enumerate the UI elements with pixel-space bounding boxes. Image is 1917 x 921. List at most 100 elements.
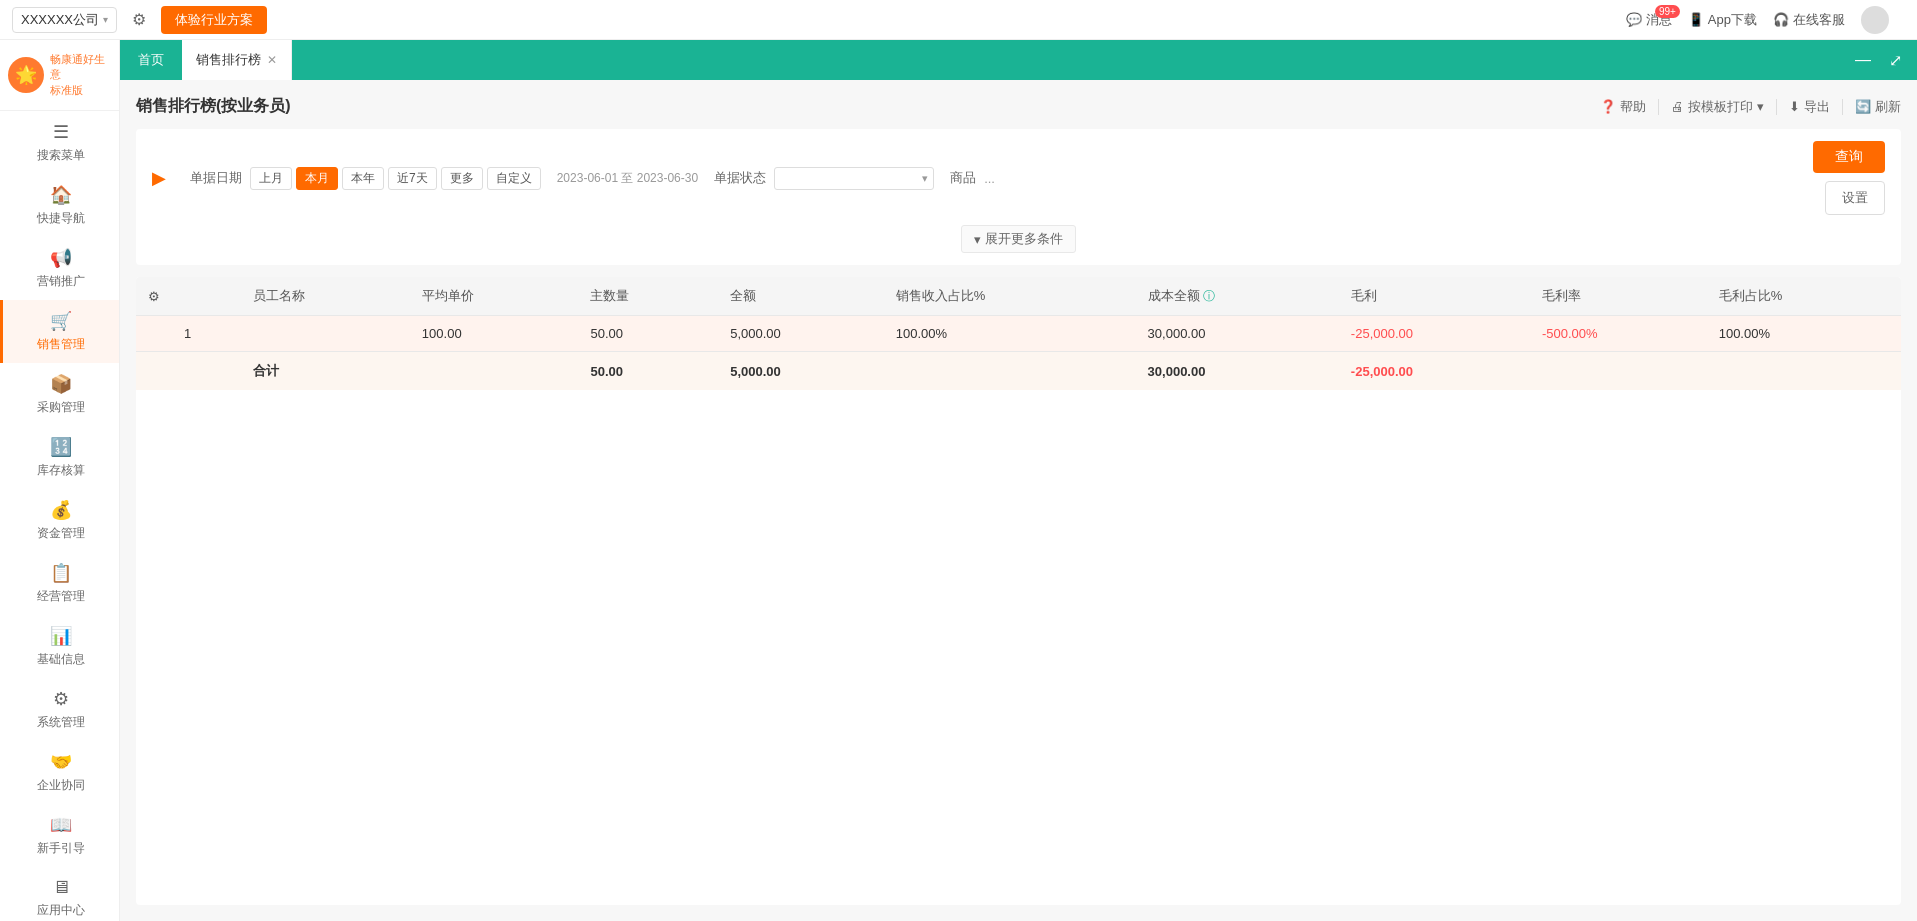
sidebar-item-finance[interactable]: 💰 资金管理 [0,489,119,552]
sidebar-item-purchase[interactable]: 📦 采购管理 [0,363,119,426]
company-name: XXXXXX公司 [21,11,99,29]
col-gross-pct: 毛利占比% [1707,277,1901,316]
topbar-settings-icon[interactable]: ⚙ [125,6,153,34]
setting-button[interactable]: 设置 [1825,181,1885,215]
print-button[interactable]: 🖨 按模板打印 ▾ [1671,98,1764,116]
app-center-icon: 🖥 [52,877,70,898]
trial-button[interactable]: 体验行业方案 [161,6,267,34]
top-right-actions: 💬 消息 99+ 📱 App下载 🎧 在线客服 [1626,6,1905,34]
print-chevron-icon: ▾ [1757,99,1764,114]
sidebar-item-operations[interactable]: 📋 经营管理 [0,552,119,615]
message-btn[interactable]: 💬 消息 99+ [1626,11,1672,29]
foot-amount: 5,000.00 [718,352,884,391]
tab-minimize-icon[interactable]: — [1849,46,1877,74]
query-button[interactable]: 查询 [1813,141,1885,173]
tab-close-icon[interactable]: ✕ [267,53,277,67]
cell-gross: -25,000.00 [1339,316,1530,352]
refresh-button[interactable]: 🔄 刷新 [1855,98,1901,116]
sales-icon: 🛒 [50,310,72,332]
col-cost: 成本全额 ⓘ [1136,277,1339,316]
header-actions: ❓ 帮助 🖨 按模板打印 ▾ ⬇ 导出 [1600,98,1901,116]
main-layout: 🌟 畅康通好生意 标准版 ☰ 搜索菜单 🏠 快捷导航 📢 营销推广 🛒 销售管理… [0,40,1917,921]
quick-nav-icon: 🏠 [50,184,72,206]
date-btn-custom[interactable]: 自定义 [487,167,541,190]
foot-settings [136,352,172,391]
sidebar-item-enterprise[interactable]: 🤝 企业协同 [0,741,119,804]
sidebar-item-beginner[interactable]: 📖 新手引导 [0,804,119,867]
date-btn-current-month[interactable]: 本月 [296,167,338,190]
foot-gross-pct [1707,352,1901,391]
cell-rank: 1 [172,316,241,352]
print-icon: 🖨 [1671,99,1684,114]
company-selector[interactable]: XXXXXX公司 ▾ [12,7,117,33]
divider [1658,99,1659,115]
operations-icon: 📋 [50,562,72,584]
cell-cost: 30,000.00 [1136,316,1339,352]
date-buttons: 上月 本月 本年 近7天 更多 自定义 [250,167,541,190]
purchase-icon: 📦 [50,373,72,395]
date-btn-more[interactable]: 更多 [441,167,483,190]
avatar[interactable] [1861,6,1889,34]
help-button[interactable]: ❓ 帮助 [1600,98,1646,116]
expand-more-button[interactable]: ▾ 展开更多条件 [961,225,1076,253]
sidebar-item-sales[interactable]: 🛒 销售管理 [0,300,119,363]
divider2 [1776,99,1777,115]
date-btn-current-year[interactable]: 本年 [342,167,384,190]
page-header: 销售排行榜(按业务员) ❓ 帮助 🖨 按模板打印 ▾ ⬇ [136,96,1901,117]
help-icon: ❓ [1600,99,1616,114]
tab-home[interactable]: 首页 [120,40,182,80]
col-sales-pct: 销售收入占比% [884,277,1136,316]
sales-ranking-table: ⚙ 员工名称 平均单价 主数量 全额 销售收入占比% 成本全额 ⓘ 毛利 毛利率… [136,277,1901,390]
date-btn-7days[interactable]: 近7天 [388,167,437,190]
export-button[interactable]: ⬇ 导出 [1789,98,1830,116]
sidebar-item-app-center[interactable]: 🖥 应用中心 [0,867,119,921]
cell-employee [241,316,410,352]
sidebar-item-search[interactable]: ☰ 搜索菜单 [0,111,119,174]
sidebar: 🌟 畅康通好生意 标准版 ☰ 搜索菜单 🏠 快捷导航 📢 营销推广 🛒 销售管理… [0,40,120,921]
table-area: ⚙ 员工名称 平均单价 主数量 全额 销售收入占比% 成本全额 ⓘ 毛利 毛利率… [136,277,1901,905]
support-btn[interactable]: 🎧 在线客服 [1773,11,1845,29]
sidebar-item-inventory[interactable]: 🔢 库存核算 [0,426,119,489]
status-select[interactable] [774,167,934,190]
goods-more-link[interactable]: ... [984,171,995,186]
page-title: 销售排行榜(按业务员) [136,96,291,117]
tab-maximize-icon[interactable]: ⤢ [1881,46,1909,74]
sidebar-item-basic-info[interactable]: 📊 基础信息 [0,615,119,678]
cell-gross-rate: -500.00% [1530,316,1707,352]
logo-text: 畅康通好生意 标准版 [50,52,111,98]
table-row: 1 100.00 50.00 5,000.00 100.00% 30,000.0… [136,316,1901,352]
page-content: 销售排行榜(按业务员) ❓ 帮助 🖨 按模板打印 ▾ ⬇ [120,80,1917,921]
tab-sales-ranking[interactable]: 销售排行榜 ✕ [182,40,292,80]
finance-icon: 💰 [50,499,72,521]
message-icon: 💬 [1626,12,1642,27]
filter-actions: 查询 设置 [1813,141,1885,215]
search-order-icon: ☰ [53,121,69,143]
sidebar-item-system[interactable]: ⚙ 系统管理 [0,678,119,741]
content-area: 首页 销售排行榜 ✕ — ⤢ 销售排行榜(按业务员) ❓ 帮助 [120,40,1917,921]
chevron-down-icon: ▾ [103,14,108,25]
cell-amount: 5,000.00 [718,316,884,352]
filter-collapse-icon[interactable]: ▶ [152,167,166,189]
col-avg-price: 平均单价 [410,277,579,316]
foot-gross: -25,000.00 [1339,352,1530,391]
app-download-btn[interactable]: 📱 App下载 [1688,11,1757,29]
date-label: 单据日期 [190,169,242,187]
foot-qty: 50.00 [578,352,718,391]
top-bar: XXXXXX公司 ▾ ⚙ 体验行业方案 💬 消息 99+ 📱 App下载 🎧 在… [0,0,1917,40]
status-label: 单据状态 [714,169,766,187]
filter-row-1: ▶ 单据日期 上月 本月 本年 近7天 更多 自定义 [152,141,1885,215]
system-icon: ⚙ [53,688,69,710]
sidebar-item-quick-nav[interactable]: 🏠 快捷导航 [0,174,119,237]
cell-avg-price: 100.00 [410,316,579,352]
divider3 [1842,99,1843,115]
sidebar-item-marketing[interactable]: 📢 营销推广 [0,237,119,300]
marketing-icon: 📢 [50,247,72,269]
date-btn-last-month[interactable]: 上月 [250,167,292,190]
basic-info-icon: 📊 [50,625,72,647]
col-gross: 毛利 [1339,277,1530,316]
cell-settings [136,316,172,352]
foot-cost: 30,000.00 [1136,352,1339,391]
inventory-icon: 🔢 [50,436,72,458]
foot-label: 合计 [241,352,410,391]
table-footer-row: 合计 50.00 5,000.00 30,000.00 -25,000.00 [136,352,1901,391]
